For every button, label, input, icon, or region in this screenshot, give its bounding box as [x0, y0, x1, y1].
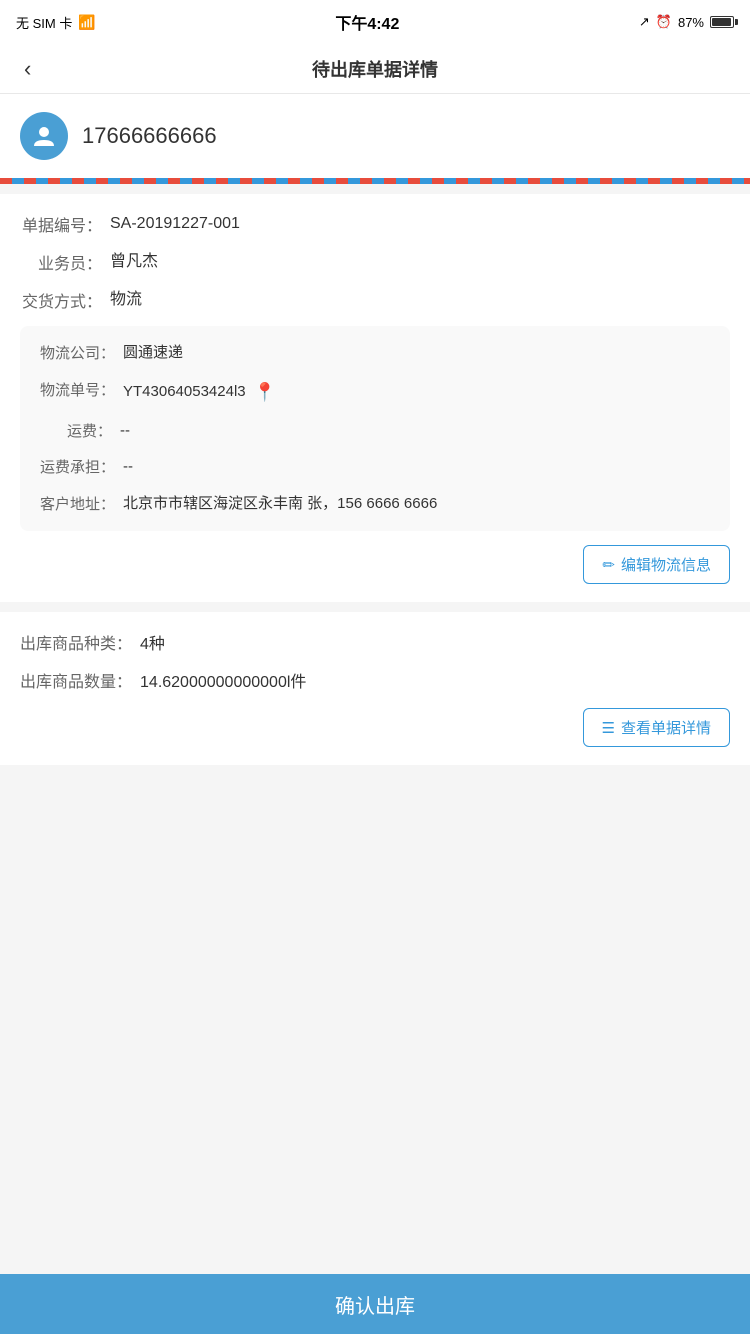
tracking-location-icon[interactable]: 📍: [254, 379, 276, 406]
logistics-company-label: 物流公司：: [40, 342, 123, 363]
edit-logistics-button[interactable]: ✏ 编辑物流信息: [583, 545, 730, 584]
document-number-row: 单据编号： SA-20191227-001: [20, 212, 730, 236]
goods-types-value: 4种: [140, 630, 165, 654]
logistics-tracking-row: 物流单号： YT43064053424l3 📍: [40, 379, 710, 406]
logistics-freight-label: 运费：: [40, 420, 120, 441]
battery-icon: [710, 16, 734, 28]
confirm-button-label: 确认出库: [335, 1290, 415, 1319]
logistics-company-row: 物流公司： 圆通速递: [40, 342, 710, 365]
status-bar: 无 SIM 卡 📶 下午4:42 ↗ ⏰ 87%: [0, 0, 750, 44]
status-time: 下午4:42: [335, 10, 399, 34]
nav-bar: ‹ 待出库单据详情: [0, 44, 750, 94]
salesman-row: 业务员： 曾凡杰: [20, 250, 730, 274]
confirm-bar[interactable]: 确认出库: [0, 1274, 750, 1334]
customer-header: 17666666666: [0, 94, 750, 178]
document-number-value: SA-20191227-001: [110, 212, 730, 236]
delivery-label: 交货方式：: [20, 288, 110, 312]
salesman-label: 业务员：: [20, 250, 110, 274]
dashed-divider: [0, 178, 750, 184]
view-detail-label: 查看单据详情: [621, 717, 711, 738]
wifi-icon: 📶: [78, 14, 95, 31]
logistics-tracking-label: 物流单号：: [40, 379, 123, 400]
logistics-card: 物流公司： 圆通速递 物流单号： YT43064053424l3 📍 运费： -…: [20, 326, 730, 531]
document-info-section: 单据编号： SA-20191227-001 业务员： 曾凡杰 交货方式： 物流 …: [0, 194, 750, 602]
view-btn-row: ☰ 查看单据详情: [20, 708, 730, 747]
edit-logistics-label: 编辑物流信息: [621, 554, 711, 575]
goods-types-label: 出库商品种类：: [20, 630, 140, 654]
user-avatar-icon: [30, 122, 58, 150]
page-title: 待出库单据详情: [312, 56, 438, 82]
view-detail-button[interactable]: ☰ 查看单据详情: [583, 708, 730, 747]
logistics-freight-value: --: [120, 420, 710, 443]
back-button[interactable]: ‹: [16, 48, 39, 90]
alarm-icon: ⏰: [656, 14, 672, 30]
edit-icon: ✏: [602, 556, 615, 574]
bottom-space: [0, 765, 750, 925]
customer-phone: 17666666666: [82, 123, 217, 149]
sim-text: 无 SIM 卡: [16, 13, 72, 32]
logistics-freight-row: 运费： --: [40, 420, 710, 443]
delivery-value: 物流: [110, 288, 730, 312]
logistics-address-label: 客户地址：: [40, 493, 123, 514]
logistics-tracking-value: YT43064053424l3 📍: [123, 379, 710, 406]
salesman-value: 曾凡杰: [110, 250, 730, 274]
document-number-label: 单据编号：: [20, 212, 110, 236]
goods-quantity-row: 出库商品数量： 14.62000000000000l件: [20, 668, 730, 692]
avatar: [20, 112, 68, 160]
status-right: ↗ ⏰ 87%: [639, 14, 734, 30]
goods-quantity-label: 出库商品数量：: [20, 668, 140, 692]
delivery-row: 交货方式： 物流: [20, 288, 730, 312]
battery-percent: 87%: [678, 15, 704, 30]
logistics-freightbear-value: --: [123, 456, 710, 479]
view-detail-icon: ☰: [602, 719, 615, 737]
logistics-freightbear-label: 运费承担：: [40, 456, 123, 477]
location-status-icon: ↗: [639, 14, 650, 30]
logistics-freightbear-row: 运费承担： --: [40, 456, 710, 479]
logistics-address-value: 北京市市辖区海淀区永丰南 张，156 6666 6666: [123, 493, 710, 516]
edit-btn-row: ✏ 编辑物流信息: [20, 545, 730, 584]
goods-quantity-value: 14.62000000000000l件: [140, 668, 306, 692]
goods-section: 出库商品种类： 4种 出库商品数量： 14.62000000000000l件 ☰…: [0, 612, 750, 765]
status-left: 无 SIM 卡 📶: [16, 13, 96, 32]
goods-types-row: 出库商品种类： 4种: [20, 630, 730, 654]
logistics-address-row: 客户地址： 北京市市辖区海淀区永丰南 张，156 6666 6666: [40, 493, 710, 516]
logistics-company-value: 圆通速递: [123, 342, 710, 365]
